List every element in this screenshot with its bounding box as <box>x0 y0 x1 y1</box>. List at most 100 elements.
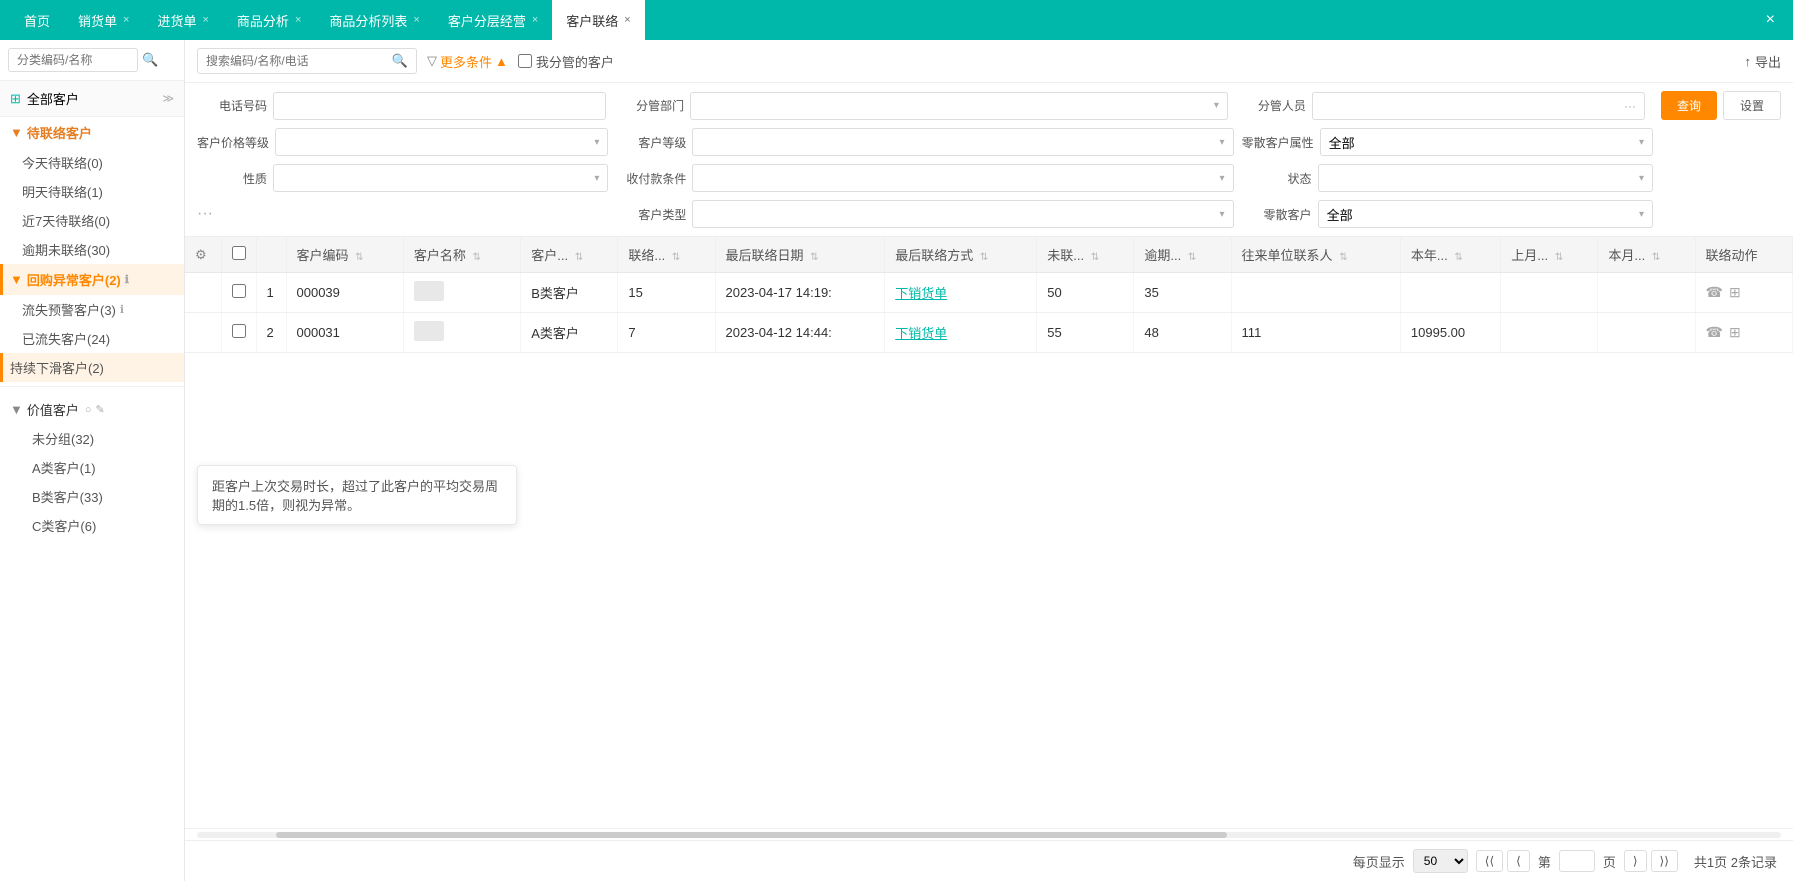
nav-product-analysis-list[interactable]: 商品分析列表 × <box>315 0 433 40</box>
td-category-2: A类客户 <box>521 313 618 353</box>
last-page-button[interactable]: ⟩⟩ <box>1651 850 1678 872</box>
nav-home[interactable]: 首页 <box>10 0 64 40</box>
gear-icon[interactable]: ⚙ <box>195 247 207 262</box>
sort-contact-icon[interactable]: ⇅ <box>672 252 680 263</box>
value-customers-title[interactable]: ▼ 价值客户 ○ ✎ <box>10 395 174 424</box>
search-input[interactable] <box>206 54 382 68</box>
td-check-2 <box>221 313 256 353</box>
nav-product-analysis-close[interactable]: × <box>295 14 301 26</box>
sort-unit-icon[interactable]: ⇅ <box>1339 252 1347 263</box>
collapse-icon[interactable]: ≫ <box>162 92 174 105</box>
sidebar-item-class-c[interactable]: C类客户(6) <box>10 511 174 540</box>
more-conditions-button[interactable]: ▽ 更多条件 ▲ <box>427 52 508 71</box>
nav-customer-contact-close[interactable]: × <box>624 14 630 26</box>
dept-select[interactable]: ▾ <box>690 92 1228 120</box>
row2-checkbox[interactable] <box>232 324 246 338</box>
sort-year-icon[interactable]: ⇅ <box>1454 252 1462 263</box>
payment-select[interactable]: ▾ <box>692 164 1233 192</box>
td-lastmonth-1 <box>1501 273 1598 313</box>
sidebar-item-lost[interactable]: 已流失客户(24) <box>0 324 184 353</box>
sidebar-search-input[interactable] <box>8 48 138 72</box>
filter-icon: ▽ <box>427 53 437 69</box>
sort-lastmonth-icon[interactable]: ⇅ <box>1555 252 1563 263</box>
th-last-contact-date: 最后联络日期 ⇅ <box>715 237 885 273</box>
first-page-button[interactable]: ⟨⟨ <box>1476 850 1503 872</box>
window-close-button[interactable]: × <box>1758 11 1783 29</box>
sidebar-item-7days[interactable]: 近7天待联络(0) <box>0 206 184 235</box>
nav-product-analysis-list-close[interactable]: × <box>413 14 419 26</box>
chevron-down-icon-3: ▾ <box>1220 137 1225 148</box>
sort-overdue-icon[interactable]: ⇅ <box>1188 252 1196 263</box>
status-select[interactable]: ▾ <box>1318 164 1653 192</box>
sidebar-all-customers[interactable]: ⊞ 全部客户 ≫ <box>0 81 184 117</box>
retail-customer-select[interactable]: 全部 ▾ <box>1318 200 1653 228</box>
sidebar-item-loss-warning[interactable]: 流失预警客户(3) ℹ <box>0 295 184 324</box>
more-dots[interactable]: ··· <box>197 206 213 222</box>
prev-page-button[interactable]: ⟨ <box>1507 850 1530 872</box>
th-index <box>256 237 286 273</box>
nav-sales-order-close[interactable]: × <box>123 14 129 26</box>
phone-input[interactable] <box>273 92 606 120</box>
td-last-date-1: 2023-04-17 14:19: <box>715 273 885 313</box>
query-button[interactable]: 查询 <box>1661 91 1717 120</box>
nav-customer-contact[interactable]: 客户联络 × <box>552 0 644 40</box>
td-category-1: B类客户 <box>521 273 618 313</box>
action-icons-2: ☎ ⊞ <box>1706 324 1782 341</box>
sort-thismonth-icon[interactable]: ⇅ <box>1652 252 1660 263</box>
edit-icon[interactable]: ✎ <box>96 403 105 416</box>
pending-contact-title[interactable]: ▼ 待联络客户 <box>0 117 184 148</box>
nav-product-analysis[interactable]: 商品分析 × <box>223 0 315 40</box>
more-action-icon-1[interactable]: ⊞ <box>1729 284 1741 301</box>
select-all-checkbox[interactable] <box>232 246 246 260</box>
customer-type-select[interactable]: ▾ <box>692 200 1233 228</box>
filter-payment: 收付款条件 ▾ <box>616 164 1233 192</box>
sidebar-item-tomorrow[interactable]: 明天待联络(1) <box>0 177 184 206</box>
nav-purchase-order-close[interactable]: × <box>202 14 208 26</box>
sidebar-item-class-a[interactable]: A类客户(1) <box>10 453 174 482</box>
page-input[interactable]: 1 <box>1559 850 1595 872</box>
sidebar-item-today[interactable]: 今天待联络(0) <box>0 148 184 177</box>
abnormal-repurchase-title[interactable]: ▼ 回购异常客户(2) ℹ <box>0 264 184 295</box>
per-page-select[interactable]: 50 100 200 <box>1413 849 1468 873</box>
sort-category-icon[interactable]: ⇅ <box>575 252 583 263</box>
more-action-icon-2[interactable]: ⊞ <box>1729 324 1741 341</box>
next-page-button[interactable]: ⟩ <box>1624 850 1647 872</box>
filter-row-1: 电话号码 分管部门 ▾ 分管人员 ··· <box>197 91 1781 120</box>
sidebar-search-icon[interactable]: 🔍 <box>142 52 158 68</box>
retail-attr-select[interactable]: 全部 ▾ <box>1320 128 1653 156</box>
sidebar-item-ungroup[interactable]: 未分组(32) <box>10 424 174 453</box>
sort-uncontacted-icon[interactable]: ⇅ <box>1091 252 1099 263</box>
gender-select[interactable]: ▾ <box>273 164 608 192</box>
sort-code-icon[interactable]: ⇅ <box>355 252 363 263</box>
nav-purchase-order[interactable]: 进货单 × <box>143 0 222 40</box>
my-customers-check[interactable] <box>518 54 532 68</box>
export-button[interactable]: ↑ 导出 <box>1744 52 1781 71</box>
price-grade-select[interactable]: ▾ <box>275 128 608 156</box>
chevron-down-icon-5: ▾ <box>594 173 599 184</box>
sort-method-icon[interactable]: ⇅ <box>980 252 988 263</box>
settings-button[interactable]: 设置 <box>1723 91 1781 120</box>
main-layout: 🔍 ⊞ 全部客户 ≫ ▼ 待联络客户 今天待联络(0) 明天待联络(1) <box>0 40 1793 881</box>
sidebar-item-declining[interactable]: 持续下滑客户(2) <box>0 353 184 382</box>
contact-icon-1[interactable]: ☎ <box>1706 284 1723 301</box>
sort-name-icon[interactable]: ⇅ <box>473 252 481 263</box>
nav-customer-segment[interactable]: 客户分层经营 × <box>434 0 552 40</box>
scroll-thumb[interactable] <box>276 832 1226 838</box>
nav-customer-segment-close[interactable]: × <box>532 14 538 26</box>
horizontal-scrollbar[interactable] <box>185 828 1793 840</box>
nav-sales-order[interactable]: 销货单 × <box>64 0 143 40</box>
customer-grade-select[interactable]: ▾ <box>692 128 1233 156</box>
td-action-2: ☎ ⊞ <box>1695 313 1792 353</box>
contact-icon-2[interactable]: ☎ <box>1706 324 1723 341</box>
td-code-2: 000031 <box>286 313 403 353</box>
sidebar-item-class-b[interactable]: B类客户(33) <box>10 482 174 511</box>
search-icon[interactable]: 🔍 <box>392 53 408 69</box>
sort-date-icon[interactable]: ⇅ <box>810 252 818 263</box>
sidebar-item-overdue[interactable]: 逾期未联络(30) <box>0 235 184 264</box>
td-check-1 <box>221 273 256 313</box>
filter-customer-type: 客户类型 ▾ <box>616 200 1233 228</box>
my-customers-checkbox[interactable]: 我分管的客户 <box>518 52 614 71</box>
page-unit: 页 <box>1603 852 1616 871</box>
row1-checkbox[interactable] <box>232 284 246 298</box>
manager-select[interactable]: ··· <box>1312 92 1645 120</box>
